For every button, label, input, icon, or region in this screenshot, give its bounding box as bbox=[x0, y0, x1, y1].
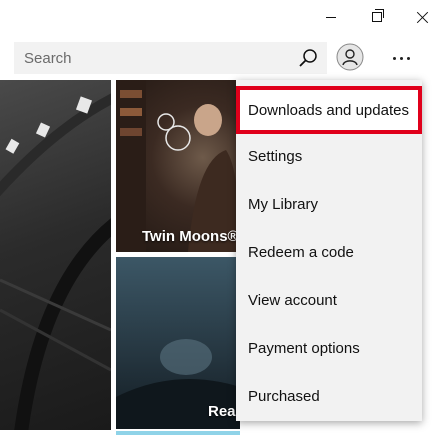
search-input[interactable] bbox=[14, 42, 284, 74]
title-bar bbox=[0, 0, 446, 34]
menu-item-settings[interactable]: Settings bbox=[236, 132, 422, 180]
search-icon bbox=[299, 49, 317, 67]
tile-artwork bbox=[0, 93, 111, 430]
tile-title: Rea bbox=[208, 403, 236, 420]
close-icon bbox=[417, 11, 429, 23]
menu-item-my-library[interactable]: My Library bbox=[236, 180, 422, 228]
featured-tile[interactable] bbox=[0, 80, 111, 430]
account-button[interactable] bbox=[336, 43, 364, 71]
menu-item-purchased[interactable]: Purchased bbox=[236, 372, 422, 420]
more-dot bbox=[399, 56, 403, 60]
menu-item-downloads-and-updates[interactable]: Downloads and updates bbox=[236, 86, 422, 134]
menu-item-redeem-a-code[interactable]: Redeem a code bbox=[236, 228, 422, 276]
see-more-menu: Downloads and updates Settings My Librar… bbox=[236, 80, 422, 421]
minimize-button[interactable] bbox=[308, 0, 354, 34]
tile-edge bbox=[116, 431, 240, 435]
tile-artwork bbox=[116, 80, 240, 252]
more-icon bbox=[392, 56, 396, 60]
tile-title: Twin Moons® bbox=[142, 228, 239, 245]
close-button[interactable] bbox=[400, 0, 446, 34]
user-icon bbox=[336, 43, 364, 71]
more-dot bbox=[406, 56, 410, 60]
game-tile[interactable]: Rea bbox=[116, 257, 240, 429]
restore-icon bbox=[372, 9, 384, 22]
see-more-button[interactable] bbox=[384, 46, 418, 70]
menu-item-payment-options[interactable]: Payment options bbox=[236, 324, 422, 372]
search-button[interactable] bbox=[296, 46, 322, 70]
menu-item-view-account[interactable]: View account bbox=[236, 276, 422, 324]
search-box bbox=[14, 42, 327, 74]
game-tile[interactable]: Twin Moons® bbox=[116, 80, 240, 252]
minimize-icon bbox=[326, 16, 336, 18]
restore-button[interactable] bbox=[354, 0, 400, 34]
